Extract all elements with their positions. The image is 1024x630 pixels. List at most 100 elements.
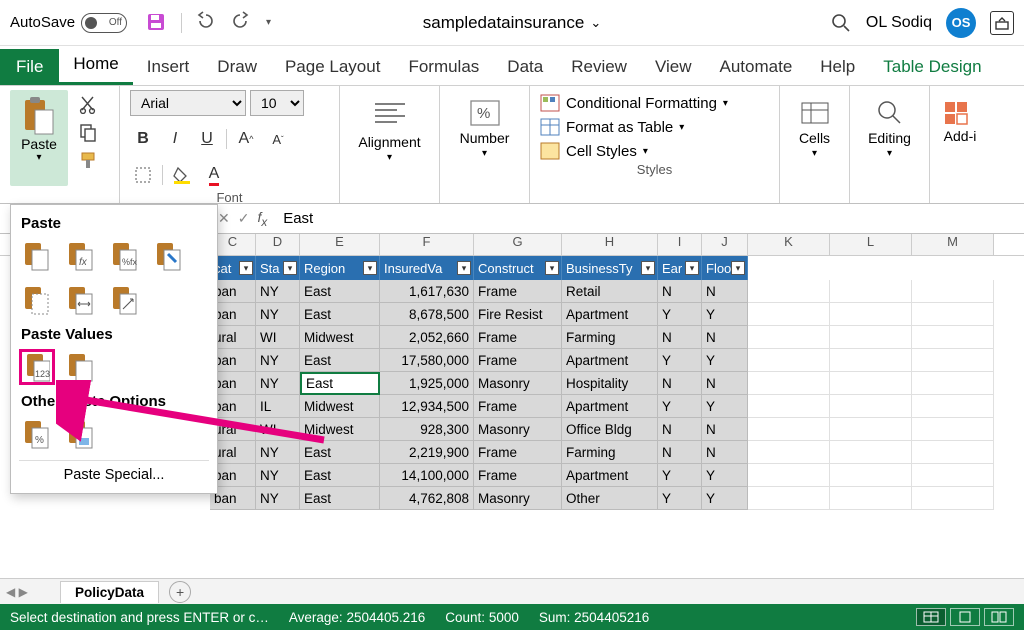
table-header-cell[interactable]: Construct▾ [474, 256, 562, 280]
table-cell[interactable]: 8,678,500 [380, 303, 474, 326]
table-cell[interactable]: Y [658, 395, 702, 418]
table-cell[interactable]: Retail [562, 280, 658, 303]
table-cell[interactable]: N [702, 372, 748, 395]
column-header[interactable]: J [702, 234, 748, 255]
tab-table-design[interactable]: Table Design [869, 49, 995, 85]
number-format-icon[interactable]: % [468, 98, 502, 128]
empty-cell[interactable] [748, 487, 830, 510]
table-header-cell[interactable]: Sta▾ [256, 256, 300, 280]
paste-values-icon[interactable]: 123 [19, 349, 55, 385]
table-cell[interactable]: Farming [562, 326, 658, 349]
chevron-down-icon[interactable]: ▾ [887, 148, 892, 159]
table-cell[interactable]: N [702, 418, 748, 441]
chevron-down-icon[interactable]: ▾ [482, 148, 487, 159]
empty-cell[interactable] [748, 372, 830, 395]
empty-cell[interactable] [748, 303, 830, 326]
empty-cell[interactable] [748, 464, 830, 487]
table-cell[interactable]: Frame [474, 395, 562, 418]
table-cell[interactable]: 928,300 [380, 418, 474, 441]
empty-cell[interactable] [912, 464, 994, 487]
filter-dropdown-icon[interactable]: ▾ [363, 261, 377, 275]
table-cell[interactable]: N [658, 418, 702, 441]
table-cell[interactable]: IL [256, 395, 300, 418]
font-color-icon[interactable]: A [201, 162, 227, 188]
sheet-tab-active[interactable]: PolicyData [60, 581, 159, 603]
table-cell[interactable]: NY [256, 441, 300, 464]
table-cell[interactable]: N [702, 441, 748, 464]
filter-dropdown-icon[interactable]: ▾ [731, 261, 745, 275]
empty-cell[interactable] [912, 487, 994, 510]
cell-styles-button[interactable]: Cell Styles▾ [540, 142, 769, 160]
table-cell[interactable]: N [658, 326, 702, 349]
table-cell[interactable]: Office Bldg [562, 418, 658, 441]
empty-cell[interactable] [748, 326, 830, 349]
table-cell[interactable]: Masonry [474, 487, 562, 510]
increase-font-icon[interactable]: A^ [233, 126, 259, 152]
table-cell[interactable]: East [300, 441, 380, 464]
filter-dropdown-icon[interactable]: ▾ [283, 261, 297, 275]
borders-icon[interactable] [130, 162, 156, 188]
table-cell[interactable]: Y [702, 395, 748, 418]
tab-review[interactable]: Review [557, 49, 641, 85]
table-cell[interactable]: Y [658, 487, 702, 510]
cut-icon[interactable] [78, 94, 98, 114]
table-cell[interactable]: East [300, 303, 380, 326]
filter-dropdown-icon[interactable]: ▾ [457, 261, 471, 275]
fx-icon[interactable]: fx [257, 209, 267, 229]
copy-icon[interactable] [78, 122, 98, 142]
tab-file[interactable]: File [0, 49, 59, 85]
table-cell[interactable]: N [702, 280, 748, 303]
addins-icon[interactable] [943, 98, 977, 126]
table-cell[interactable]: East [300, 372, 380, 395]
table-cell[interactable]: Y [702, 464, 748, 487]
empty-cell[interactable] [830, 441, 912, 464]
table-cell[interactable]: Frame [474, 349, 562, 372]
filter-dropdown-icon[interactable]: ▾ [545, 261, 559, 275]
paste-transpose-icon[interactable] [107, 282, 143, 318]
table-cell[interactable]: Masonry [474, 418, 562, 441]
table-cell[interactable]: 1,925,000 [380, 372, 474, 395]
table-header-cell[interactable]: InsuredVa▾ [380, 256, 474, 280]
empty-cell[interactable] [912, 349, 994, 372]
empty-cell[interactable] [830, 280, 912, 303]
table-cell[interactable]: East [300, 487, 380, 510]
empty-cell[interactable] [748, 441, 830, 464]
table-cell[interactable]: 12,934,500 [380, 395, 474, 418]
table-cell[interactable]: NY [256, 372, 300, 395]
table-cell[interactable]: Masonry [474, 372, 562, 395]
table-cell[interactable]: 2,052,660 [380, 326, 474, 349]
enter-icon[interactable]: ✓ [238, 210, 250, 227]
table-cell[interactable]: East [300, 464, 380, 487]
empty-cell[interactable] [830, 349, 912, 372]
tab-view[interactable]: View [641, 49, 706, 85]
autosave-control[interactable]: AutoSave Off [10, 13, 127, 33]
table-cell[interactable]: Apartment [562, 303, 658, 326]
table-cell[interactable]: Midwest [300, 395, 380, 418]
tab-home[interactable]: Home [59, 46, 132, 85]
paste-button[interactable]: Paste ▾ [10, 90, 68, 186]
table-cell[interactable]: Y [702, 349, 748, 372]
view-page-layout-icon[interactable] [950, 608, 980, 626]
table-cell[interactable]: N [702, 326, 748, 349]
table-cell[interactable]: Apartment [562, 349, 658, 372]
empty-cell[interactable] [830, 303, 912, 326]
empty-cell[interactable] [912, 280, 994, 303]
ribbon-mode-icon[interactable] [990, 11, 1014, 35]
italic-button[interactable]: I [162, 126, 188, 152]
font-name-select[interactable]: Arial [130, 90, 246, 116]
table-cell[interactable]: WI [256, 326, 300, 349]
view-page-break-icon[interactable] [984, 608, 1014, 626]
empty-cell[interactable] [912, 441, 994, 464]
table-cell[interactable]: Apartment [562, 464, 658, 487]
paste-values-number-icon[interactable] [63, 349, 99, 385]
decrease-font-icon[interactable]: Aˇ [265, 126, 291, 152]
tab-data[interactable]: Data [493, 49, 557, 85]
table-cell[interactable]: Hospitality [562, 372, 658, 395]
table-cell[interactable]: East [300, 280, 380, 303]
column-header[interactable]: G [474, 234, 562, 255]
empty-cell[interactable] [748, 395, 830, 418]
table-cell[interactable]: 4,762,808 [380, 487, 474, 510]
table-cell[interactable]: Y [702, 487, 748, 510]
column-header[interactable]: I [658, 234, 702, 255]
paste-keep-width-icon[interactable] [63, 282, 99, 318]
